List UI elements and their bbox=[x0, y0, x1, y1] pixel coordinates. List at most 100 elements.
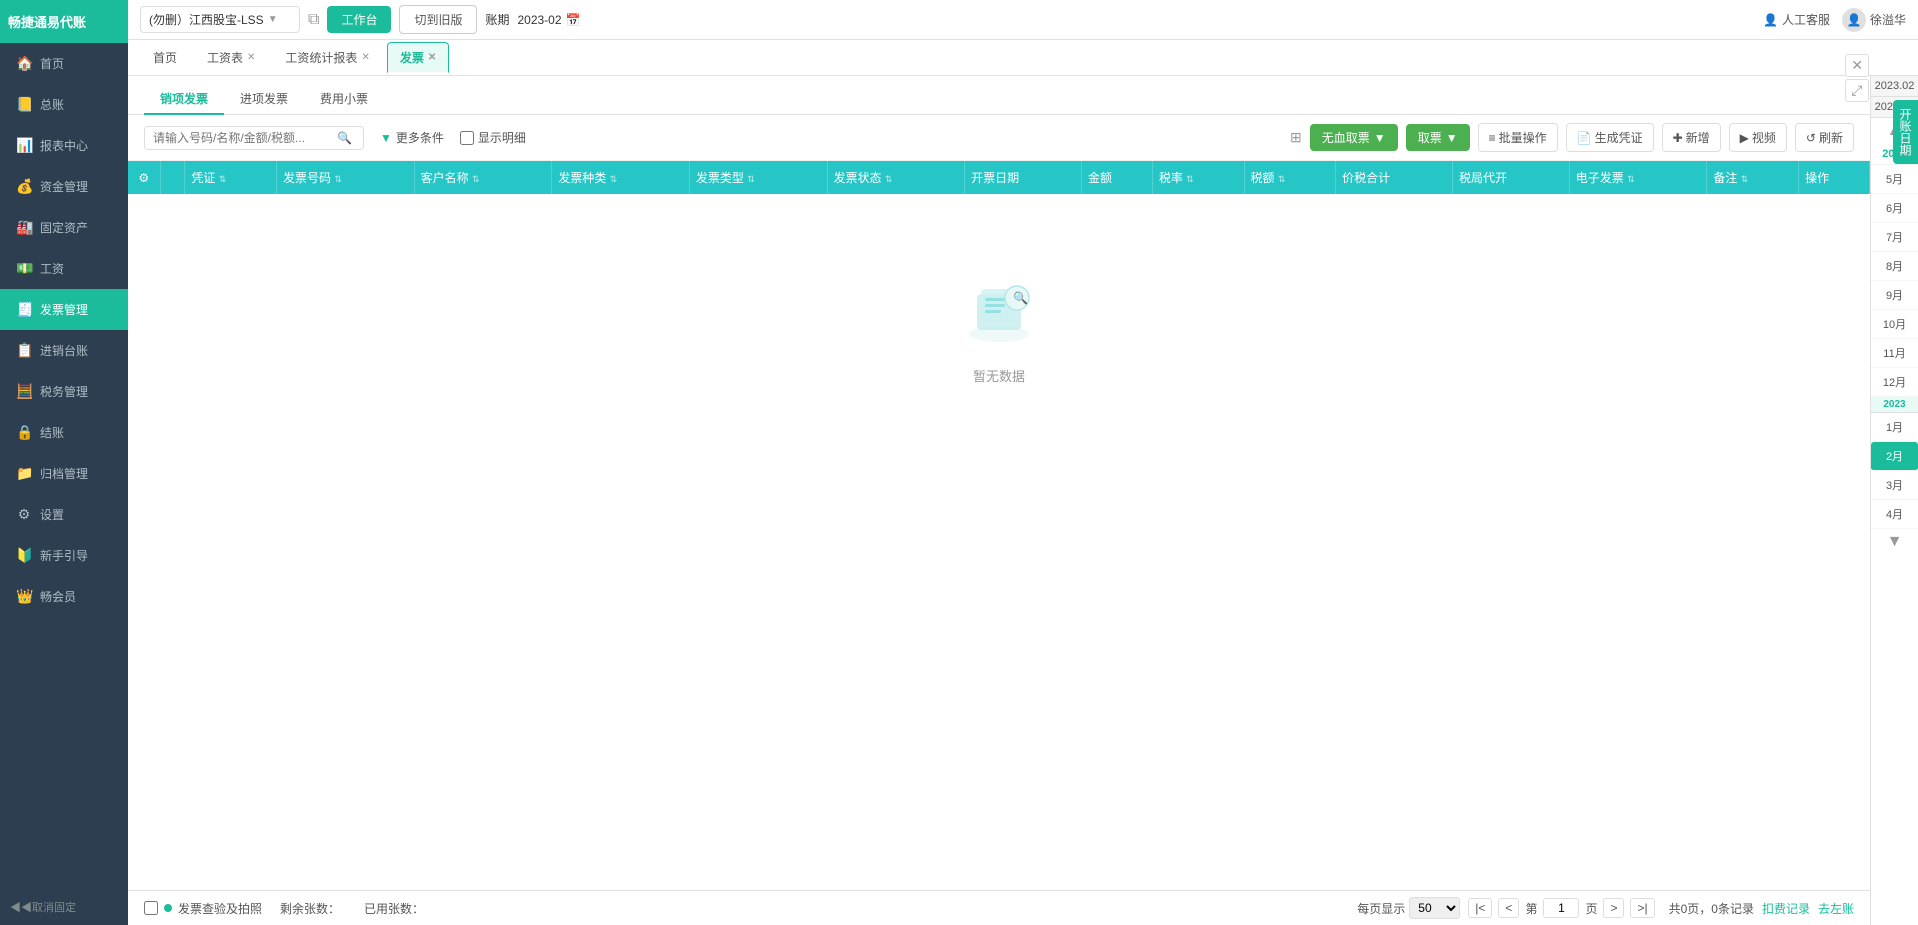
col-settings[interactable]: ⚙ bbox=[128, 161, 160, 194]
cal-month-2022-12月[interactable]: 12月 bbox=[1871, 368, 1918, 397]
invoice-icon: 🧾 bbox=[16, 301, 32, 318]
per-page-select[interactable]: 50 10 20 100 bbox=[1409, 897, 1460, 919]
copy-icon[interactable]: ⧉ bbox=[308, 11, 319, 29]
sidebar-item-invoice[interactable]: 🧾发票管理 bbox=[0, 289, 128, 330]
sidebar-item-ledger[interactable]: 📒总账 bbox=[0, 84, 128, 125]
col-open_date[interactable]: 开票日期 bbox=[965, 161, 1082, 194]
support-link[interactable]: 👤 人工客服 bbox=[1763, 11, 1830, 28]
sub-tab-expense[interactable]: 费用小票 bbox=[304, 84, 384, 115]
period-calendar-icon[interactable]: 📅 bbox=[566, 13, 581, 27]
add-record-link[interactable]: 扣费记录 bbox=[1762, 900, 1810, 917]
open-period-button[interactable]: 开账日期 bbox=[1893, 100, 1918, 164]
fetch-button[interactable]: 取票 ▼ bbox=[1406, 124, 1470, 151]
col-check[interactable] bbox=[160, 161, 185, 194]
company-selector[interactable]: (勿删）江西股宝-LSS ▼ bbox=[140, 6, 300, 33]
tab-salary_report[interactable]: 工资统计报表✕ bbox=[272, 42, 382, 73]
refresh-button[interactable]: ↺ 刷新 bbox=[1795, 123, 1854, 152]
tab-home[interactable]: 首页 bbox=[140, 42, 190, 73]
tab-close-salary_report[interactable]: ✕ bbox=[361, 52, 369, 63]
col-note[interactable]: 备注 ⇅ bbox=[1707, 161, 1799, 194]
col-ops[interactable]: 操作 bbox=[1799, 161, 1870, 194]
cal-month-2022-11月[interactable]: 11月 bbox=[1871, 339, 1918, 368]
col-client_name[interactable]: 客户名称 ⇅ bbox=[414, 161, 552, 194]
cal-scroll-down[interactable]: ▼ bbox=[1871, 529, 1918, 555]
tab-close-invoice[interactable]: ✕ bbox=[428, 52, 436, 63]
col-tax_rate[interactable]: 税率 ⇅ bbox=[1152, 161, 1244, 194]
cal-month-2023-active[interactable]: 2月 bbox=[1871, 442, 1918, 471]
sidebar-item-sales_ledger[interactable]: 📋进销台账 bbox=[0, 330, 128, 371]
cal-year-2023[interactable]: 2023 bbox=[1871, 397, 1918, 413]
col-e_invoice[interactable]: 电子发票 ⇅ bbox=[1569, 161, 1707, 194]
cal-month-2022-9月[interactable]: 9月 bbox=[1871, 281, 1918, 310]
filter-button[interactable]: ▼ 更多条件 bbox=[372, 125, 452, 150]
col-invoice_type[interactable]: 发票种类 ⇅ bbox=[552, 161, 690, 194]
sub-tab-sales[interactable]: 销项发票 bbox=[144, 84, 224, 115]
tab-invoice[interactable]: 发票 ✕ bbox=[387, 42, 449, 73]
sidebar-item-settings[interactable]: ⚙设置 bbox=[0, 494, 128, 535]
sidebar-item-guide[interactable]: 🔰新手引导 bbox=[0, 535, 128, 576]
per-page-selector: 每页显示 50 10 20 100 bbox=[1357, 897, 1460, 919]
prev-page-button[interactable]: < bbox=[1498, 898, 1519, 918]
search-box[interactable]: 🔍 bbox=[144, 126, 364, 150]
tab-close-salary[interactable]: ✕ bbox=[247, 52, 255, 63]
company-dropdown-icon: ▼ bbox=[268, 14, 278, 25]
new-button[interactable]: ✚ 新增 bbox=[1662, 123, 1721, 152]
app-logo[interactable]: 畅捷通易代账 bbox=[0, 0, 128, 43]
cal-month-2023-4月[interactable]: 4月 bbox=[1871, 500, 1918, 529]
switch-old-button[interactable]: 切到旧版 bbox=[399, 5, 477, 34]
topbar-right: 👤 人工客服 👤 徐溢华 bbox=[1763, 8, 1906, 32]
sidebar-item-archive[interactable]: 📁归档管理 bbox=[0, 453, 128, 494]
col-tax_total[interactable]: 价税合计 bbox=[1336, 161, 1453, 194]
sidebar-item-home[interactable]: 🏠首页 bbox=[0, 43, 128, 84]
sidebar-item-closing[interactable]: 🔒结账 bbox=[0, 412, 128, 453]
workbench-button[interactable]: 工作台 bbox=[327, 6, 391, 33]
grid-view-icon[interactable]: ⊞ bbox=[1290, 129, 1302, 146]
sidebar-item-funds[interactable]: 💰资金管理 bbox=[0, 166, 128, 207]
cal-month-2023-3月[interactable]: 3月 bbox=[1871, 471, 1918, 500]
col-tax[interactable]: 税额 ⇅ bbox=[1244, 161, 1336, 194]
sidebar-item-salary[interactable]: 💵工资 bbox=[0, 248, 128, 289]
tab-label-invoice: 发票 bbox=[400, 49, 424, 66]
cal-month-2022-7月[interactable]: 7月 bbox=[1871, 223, 1918, 252]
col-invoice_no[interactable]: 发票号码 ⇅ bbox=[277, 161, 415, 194]
show-detail-checkbox[interactable]: 显示明细 bbox=[460, 129, 526, 146]
search-input[interactable] bbox=[153, 131, 333, 145]
sidebar-item-member[interactable]: 👑畅会员 bbox=[0, 576, 128, 617]
support-icon: 👤 bbox=[1763, 13, 1778, 27]
search-icon[interactable]: 🔍 bbox=[337, 131, 352, 145]
expand-panel-icon[interactable]: ⤢ bbox=[1845, 79, 1869, 102]
user-profile[interactable]: 👤 徐溢华 bbox=[1842, 8, 1906, 32]
last-page-button[interactable]: >| bbox=[1630, 898, 1654, 918]
sales_ledger-icon: 📋 bbox=[16, 342, 32, 359]
page-input[interactable] bbox=[1543, 898, 1579, 918]
generate-cert-button[interactable]: 📄 生成凭证 bbox=[1566, 123, 1654, 152]
sidebar-item-reports[interactable]: 📊报表中心 bbox=[0, 125, 128, 166]
no-tax-button[interactable]: 无血取票 ▼ bbox=[1310, 124, 1398, 151]
col-amount[interactable]: 金额 bbox=[1081, 161, 1152, 194]
show-detail-check[interactable] bbox=[460, 131, 474, 145]
close-panel-icon[interactable]: ✕ bbox=[1845, 54, 1869, 77]
next-page-button[interactable]: > bbox=[1603, 898, 1624, 918]
verify-checkbox[interactable] bbox=[144, 901, 158, 915]
sidebar-item-tax[interactable]: 🧮税务管理 bbox=[0, 371, 128, 412]
cal-month-2022-5月[interactable]: 5月 bbox=[1871, 165, 1918, 194]
cal-month-2022-8月[interactable]: 8月 bbox=[1871, 252, 1918, 281]
footer-links: 扣费记录 去左账 bbox=[1762, 900, 1854, 917]
col-invoice_status[interactable]: 发票状态 ⇅ bbox=[827, 161, 965, 194]
sub-tab-purchase[interactable]: 进项发票 bbox=[224, 84, 304, 115]
cal-month-2022-6月[interactable]: 6月 bbox=[1871, 194, 1918, 223]
col-cert[interactable]: 凭证 ⇅ bbox=[185, 161, 277, 194]
invoice-panel: 销项发票进项发票费用小票 🔍 ▼ 更多条件 显示明细 bbox=[128, 76, 1870, 925]
cal-month-2023-1月[interactable]: 1月 bbox=[1871, 413, 1918, 442]
video-button[interactable]: ▶ 视频 bbox=[1729, 123, 1787, 152]
sidebar-item-fixed[interactable]: 🏭固定资产 bbox=[0, 207, 128, 248]
sidebar-label-fixed: 固定资产 bbox=[40, 219, 88, 236]
first-page-button[interactable]: |< bbox=[1468, 898, 1492, 918]
cal-month-2022-10月[interactable]: 10月 bbox=[1871, 310, 1918, 339]
col-invoice_category[interactable]: 发票类型 ⇅ bbox=[689, 161, 827, 194]
col-tax_code[interactable]: 税局代开 bbox=[1452, 161, 1569, 194]
go-left-link[interactable]: 去左账 bbox=[1818, 900, 1854, 917]
tab-salary[interactable]: 工资表✕ bbox=[194, 42, 268, 73]
unpin-button[interactable]: ◀◀取消固定 bbox=[0, 889, 128, 925]
batch-ops-button[interactable]: ≡ 批量操作 bbox=[1478, 123, 1558, 152]
